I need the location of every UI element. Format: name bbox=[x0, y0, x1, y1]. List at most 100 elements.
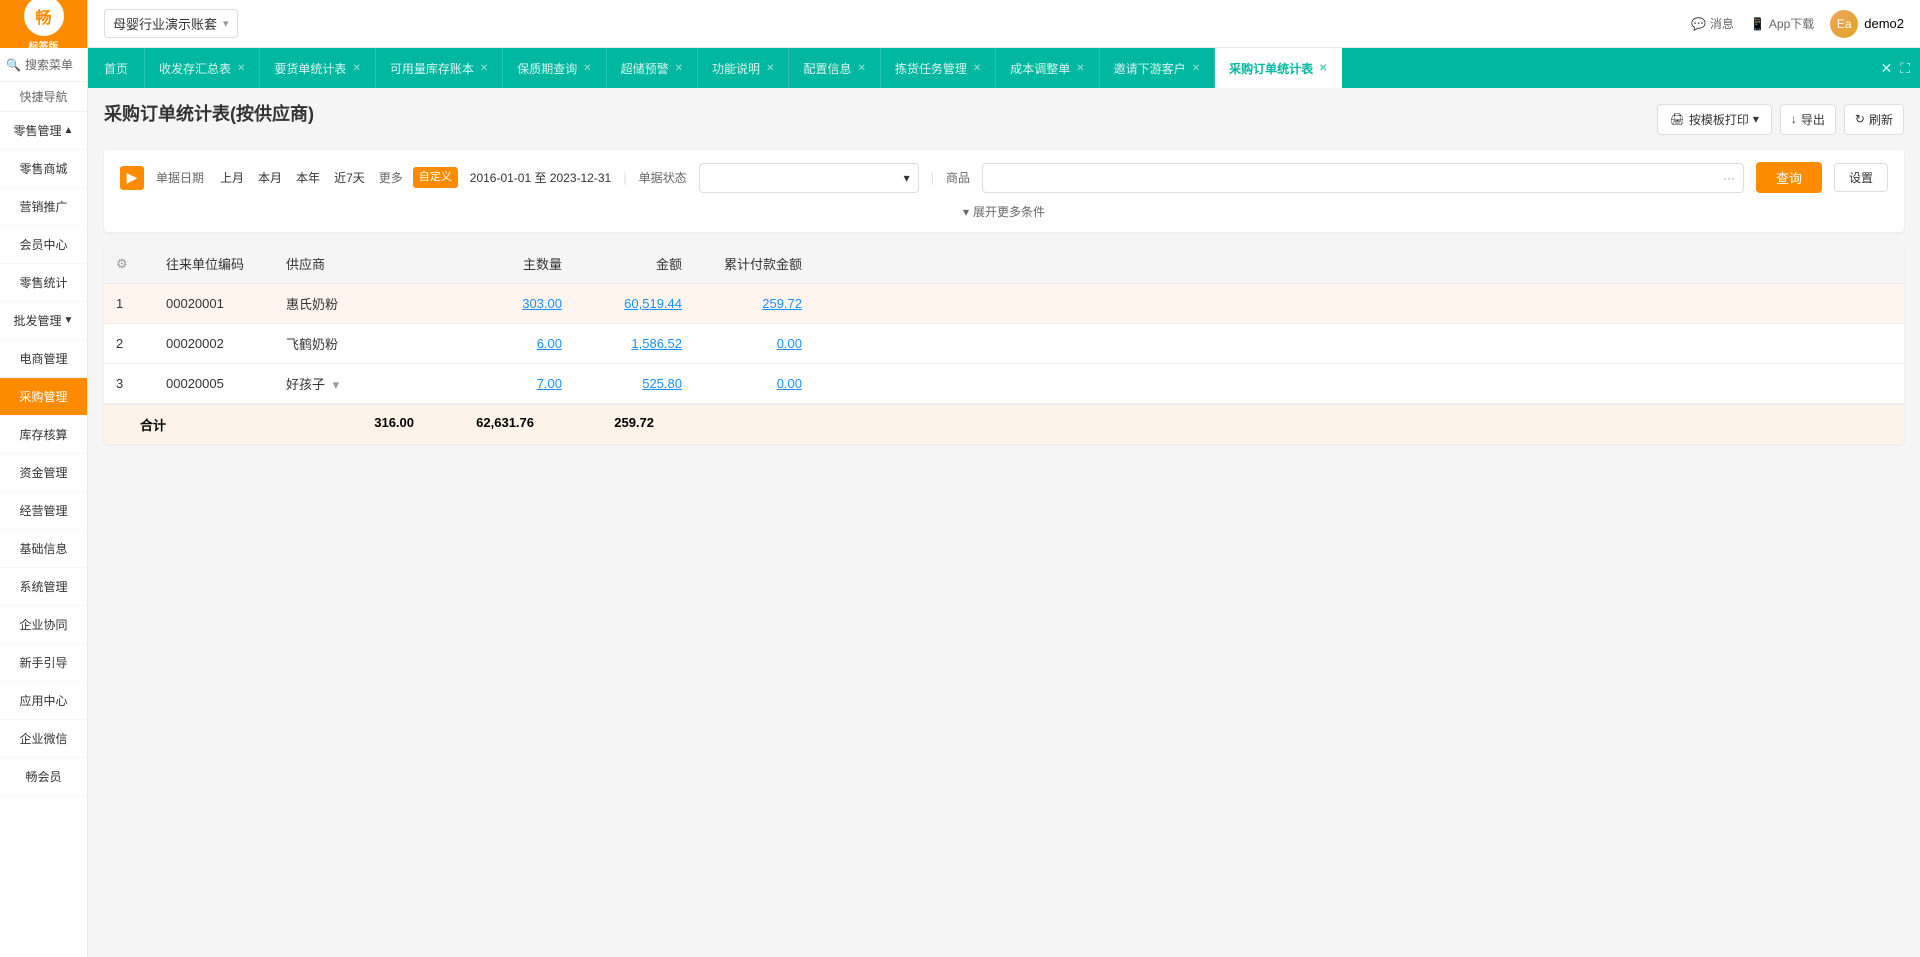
sidebar-item-vip[interactable]: 畅会员 bbox=[0, 758, 87, 796]
tab-shelf-life[interactable]: 保质期查询 ✕ bbox=[503, 48, 606, 88]
status-filter-label: 单据状态 bbox=[639, 169, 687, 186]
cell-supplier: 好孩子 ▾ bbox=[274, 364, 474, 404]
paid-link[interactable]: 259.72 bbox=[762, 296, 802, 311]
paid-link[interactable]: 0.00 bbox=[777, 376, 802, 391]
sidebar-item-app-center[interactable]: 应用中心 bbox=[0, 682, 87, 720]
sidebar-item-new-guide[interactable]: 新手引导 bbox=[0, 644, 87, 682]
sidebar-item-operations[interactable]: 经营管理 bbox=[0, 492, 87, 530]
amount-link[interactable]: 60,519.44 bbox=[624, 296, 682, 311]
table-row: 1 00020001 惠氏奶粉 303.00 60,519.44 259.72 bbox=[104, 284, 1904, 324]
sidebar-item-enterprise-collab[interactable]: 企业协同 bbox=[0, 606, 87, 644]
cell-extra bbox=[814, 324, 1904, 364]
page-title: 采购订单统计表(按供应商) bbox=[104, 100, 314, 126]
amount-link[interactable]: 1,586.52 bbox=[631, 336, 682, 351]
app-download-btn[interactable]: 📱 App下载 bbox=[1750, 15, 1814, 32]
date-shortcut-this-year[interactable]: 本年 bbox=[292, 167, 324, 188]
tab-available-stock[interactable]: 可用量库存账本 ✕ bbox=[376, 48, 503, 88]
goods-more-icon: ··· bbox=[1723, 171, 1735, 185]
tab-invite-downstream[interactable]: 邀请下游客户 ✕ bbox=[1100, 48, 1215, 88]
date-custom-badge[interactable]: 自定义 bbox=[413, 167, 458, 188]
print-button[interactable]: 🖨 按模板打印 ▾ bbox=[1657, 104, 1772, 135]
expand-icon[interactable]: ▾ bbox=[333, 377, 340, 392]
cell-supplier: 惠氏奶粉 bbox=[274, 284, 474, 324]
filter-toggle-button[interactable]: ▶ bbox=[120, 166, 144, 190]
close-icon[interactable]: ✕ bbox=[1076, 63, 1084, 74]
export-button[interactable]: ↓ 导出 bbox=[1780, 104, 1836, 135]
tab-requisition[interactable]: 要货单统计表 ✕ bbox=[260, 48, 375, 88]
query-button[interactable]: 查询 bbox=[1756, 162, 1822, 193]
tab-purchase-order-stats[interactable]: 采购订单统计表 ✕ bbox=[1215, 48, 1342, 88]
sidebar-item-retail-mgmt[interactable]: 零售管理 ▲ bbox=[0, 112, 87, 150]
cell-supplier: 飞鹤奶粉 bbox=[274, 324, 474, 364]
sidebar-item-retail-shop[interactable]: 零售商城 bbox=[0, 150, 87, 188]
close-icon[interactable]: ✕ bbox=[675, 63, 683, 74]
chevron-down-icon: ▾ bbox=[963, 205, 969, 219]
goods-input[interactable]: ··· bbox=[982, 163, 1744, 193]
chevron-up-icon: ▲ bbox=[64, 125, 74, 136]
close-icon[interactable]: ✕ bbox=[1192, 63, 1200, 74]
tab-picking[interactable]: 拣货任务管理 ✕ bbox=[881, 48, 996, 88]
search-icon: 🔍 bbox=[6, 58, 21, 72]
tab-config[interactable]: 配置信息 ✕ bbox=[789, 48, 880, 88]
sidebar-item-inventory[interactable]: 库存核算 bbox=[0, 416, 87, 454]
paid-link[interactable]: 0.00 bbox=[777, 336, 802, 351]
close-icon[interactable]: ✕ bbox=[973, 63, 981, 74]
refresh-button[interactable]: ↻ 刷新 bbox=[1844, 104, 1904, 135]
cell-code: 00020005 bbox=[154, 364, 274, 404]
date-shortcut-this-month[interactable]: 本月 bbox=[254, 167, 286, 188]
tab-cost-adjust[interactable]: 成本调整单 ✕ bbox=[996, 48, 1099, 88]
sidebar-item-basic-info[interactable]: 基础信息 bbox=[0, 530, 87, 568]
purchase-stats-table: ⚙ 往来单位编码 供应商 主数量 金额 累计付款金额 1 00020001 惠氏… bbox=[104, 244, 1904, 404]
topbar-right: 💬 消息 📱 App下载 Ea demo2 bbox=[1691, 10, 1904, 38]
sidebar-item-enterprise-wechat[interactable]: 企业微信 bbox=[0, 720, 87, 758]
close-icon[interactable]: ✕ bbox=[583, 63, 591, 74]
qty-link[interactable]: 6.00 bbox=[537, 336, 562, 351]
tab-receive-send[interactable]: 收发存汇总表 ✕ bbox=[145, 48, 260, 88]
nav-tabs-controls: ✕ ⛶ bbox=[1870, 48, 1920, 88]
cell-extra bbox=[814, 364, 1904, 404]
sidebar-item-finance[interactable]: 资金管理 bbox=[0, 454, 87, 492]
filter-expand-button[interactable]: ▾ 展开更多条件 bbox=[120, 203, 1888, 220]
close-icon[interactable]: ✕ bbox=[352, 63, 360, 74]
sidebar-item-marketing[interactable]: 营销推广 bbox=[0, 188, 87, 226]
tab-home[interactable]: 首页 bbox=[88, 48, 145, 88]
cell-seq: 3 bbox=[104, 364, 154, 404]
tab-overstock[interactable]: 超储预警 ✕ bbox=[607, 48, 698, 88]
table-header-row: ⚙ 往来单位编码 供应商 主数量 金额 累计付款金额 bbox=[104, 244, 1904, 284]
sidebar-nav-shortcut[interactable]: 快捷导航 bbox=[0, 82, 87, 112]
qty-link[interactable]: 7.00 bbox=[537, 376, 562, 391]
sidebar-item-ecommerce[interactable]: 电商管理 bbox=[0, 340, 87, 378]
close-icon[interactable]: ✕ bbox=[480, 63, 488, 74]
date-shortcut-last-month[interactable]: 上月 bbox=[216, 167, 248, 188]
qty-link[interactable]: 303.00 bbox=[522, 296, 562, 311]
date-shortcut-7days[interactable]: 近7天 bbox=[330, 167, 369, 188]
sidebar-item-wholesale[interactable]: 批发管理 ▼ bbox=[0, 302, 87, 340]
maximize-icon[interactable]: ⛶ bbox=[1900, 60, 1910, 77]
amount-link[interactable]: 525.80 bbox=[642, 376, 682, 391]
close-icon[interactable]: ✕ bbox=[766, 63, 774, 74]
date-shortcut-more[interactable]: 更多 bbox=[375, 167, 407, 188]
cell-amount: 1,586.52 bbox=[574, 324, 694, 364]
footer-qty: 316.00 bbox=[326, 415, 426, 434]
close-icon[interactable]: ✕ bbox=[857, 63, 865, 74]
sidebar-item-purchase[interactable]: 采购管理 bbox=[0, 378, 87, 416]
close-icon[interactable]: ✕ bbox=[1319, 63, 1327, 74]
page-content: 采购订单统计表(按供应商) 🖨 按模板打印 ▾ ↓ 导出 ↻ 刷新 bbox=[88, 88, 1920, 957]
sidebar-item-retail-stats[interactable]: 零售统计 bbox=[0, 264, 87, 302]
close-icon[interactable]: ✕ bbox=[237, 63, 245, 74]
sidebar-item-system[interactable]: 系统管理 bbox=[0, 568, 87, 606]
status-select[interactable]: ▾ bbox=[699, 163, 919, 193]
close-window-icon[interactable]: ✕ bbox=[1880, 60, 1892, 77]
sidebar-search[interactable]: 🔍 搜索菜单 bbox=[0, 48, 87, 82]
footer-label: 合计 bbox=[116, 415, 326, 434]
message-btn[interactable]: 💬 消息 bbox=[1691, 15, 1734, 32]
settings-button[interactable]: 设置 bbox=[1834, 163, 1888, 192]
workspace-selector[interactable]: 母婴行业演示账套 ▾ bbox=[104, 9, 238, 38]
cell-amount: 525.80 bbox=[574, 364, 694, 404]
sidebar-logo: 畅 标签版 bbox=[0, 0, 87, 48]
tab-function-desc[interactable]: 功能说明 ✕ bbox=[698, 48, 789, 88]
sidebar-item-member-center[interactable]: 会员中心 bbox=[0, 226, 87, 264]
refresh-icon: ↻ bbox=[1855, 112, 1865, 126]
settings-icon[interactable]: ⚙ bbox=[116, 256, 128, 271]
user-menu[interactable]: Ea demo2 bbox=[1830, 10, 1904, 38]
